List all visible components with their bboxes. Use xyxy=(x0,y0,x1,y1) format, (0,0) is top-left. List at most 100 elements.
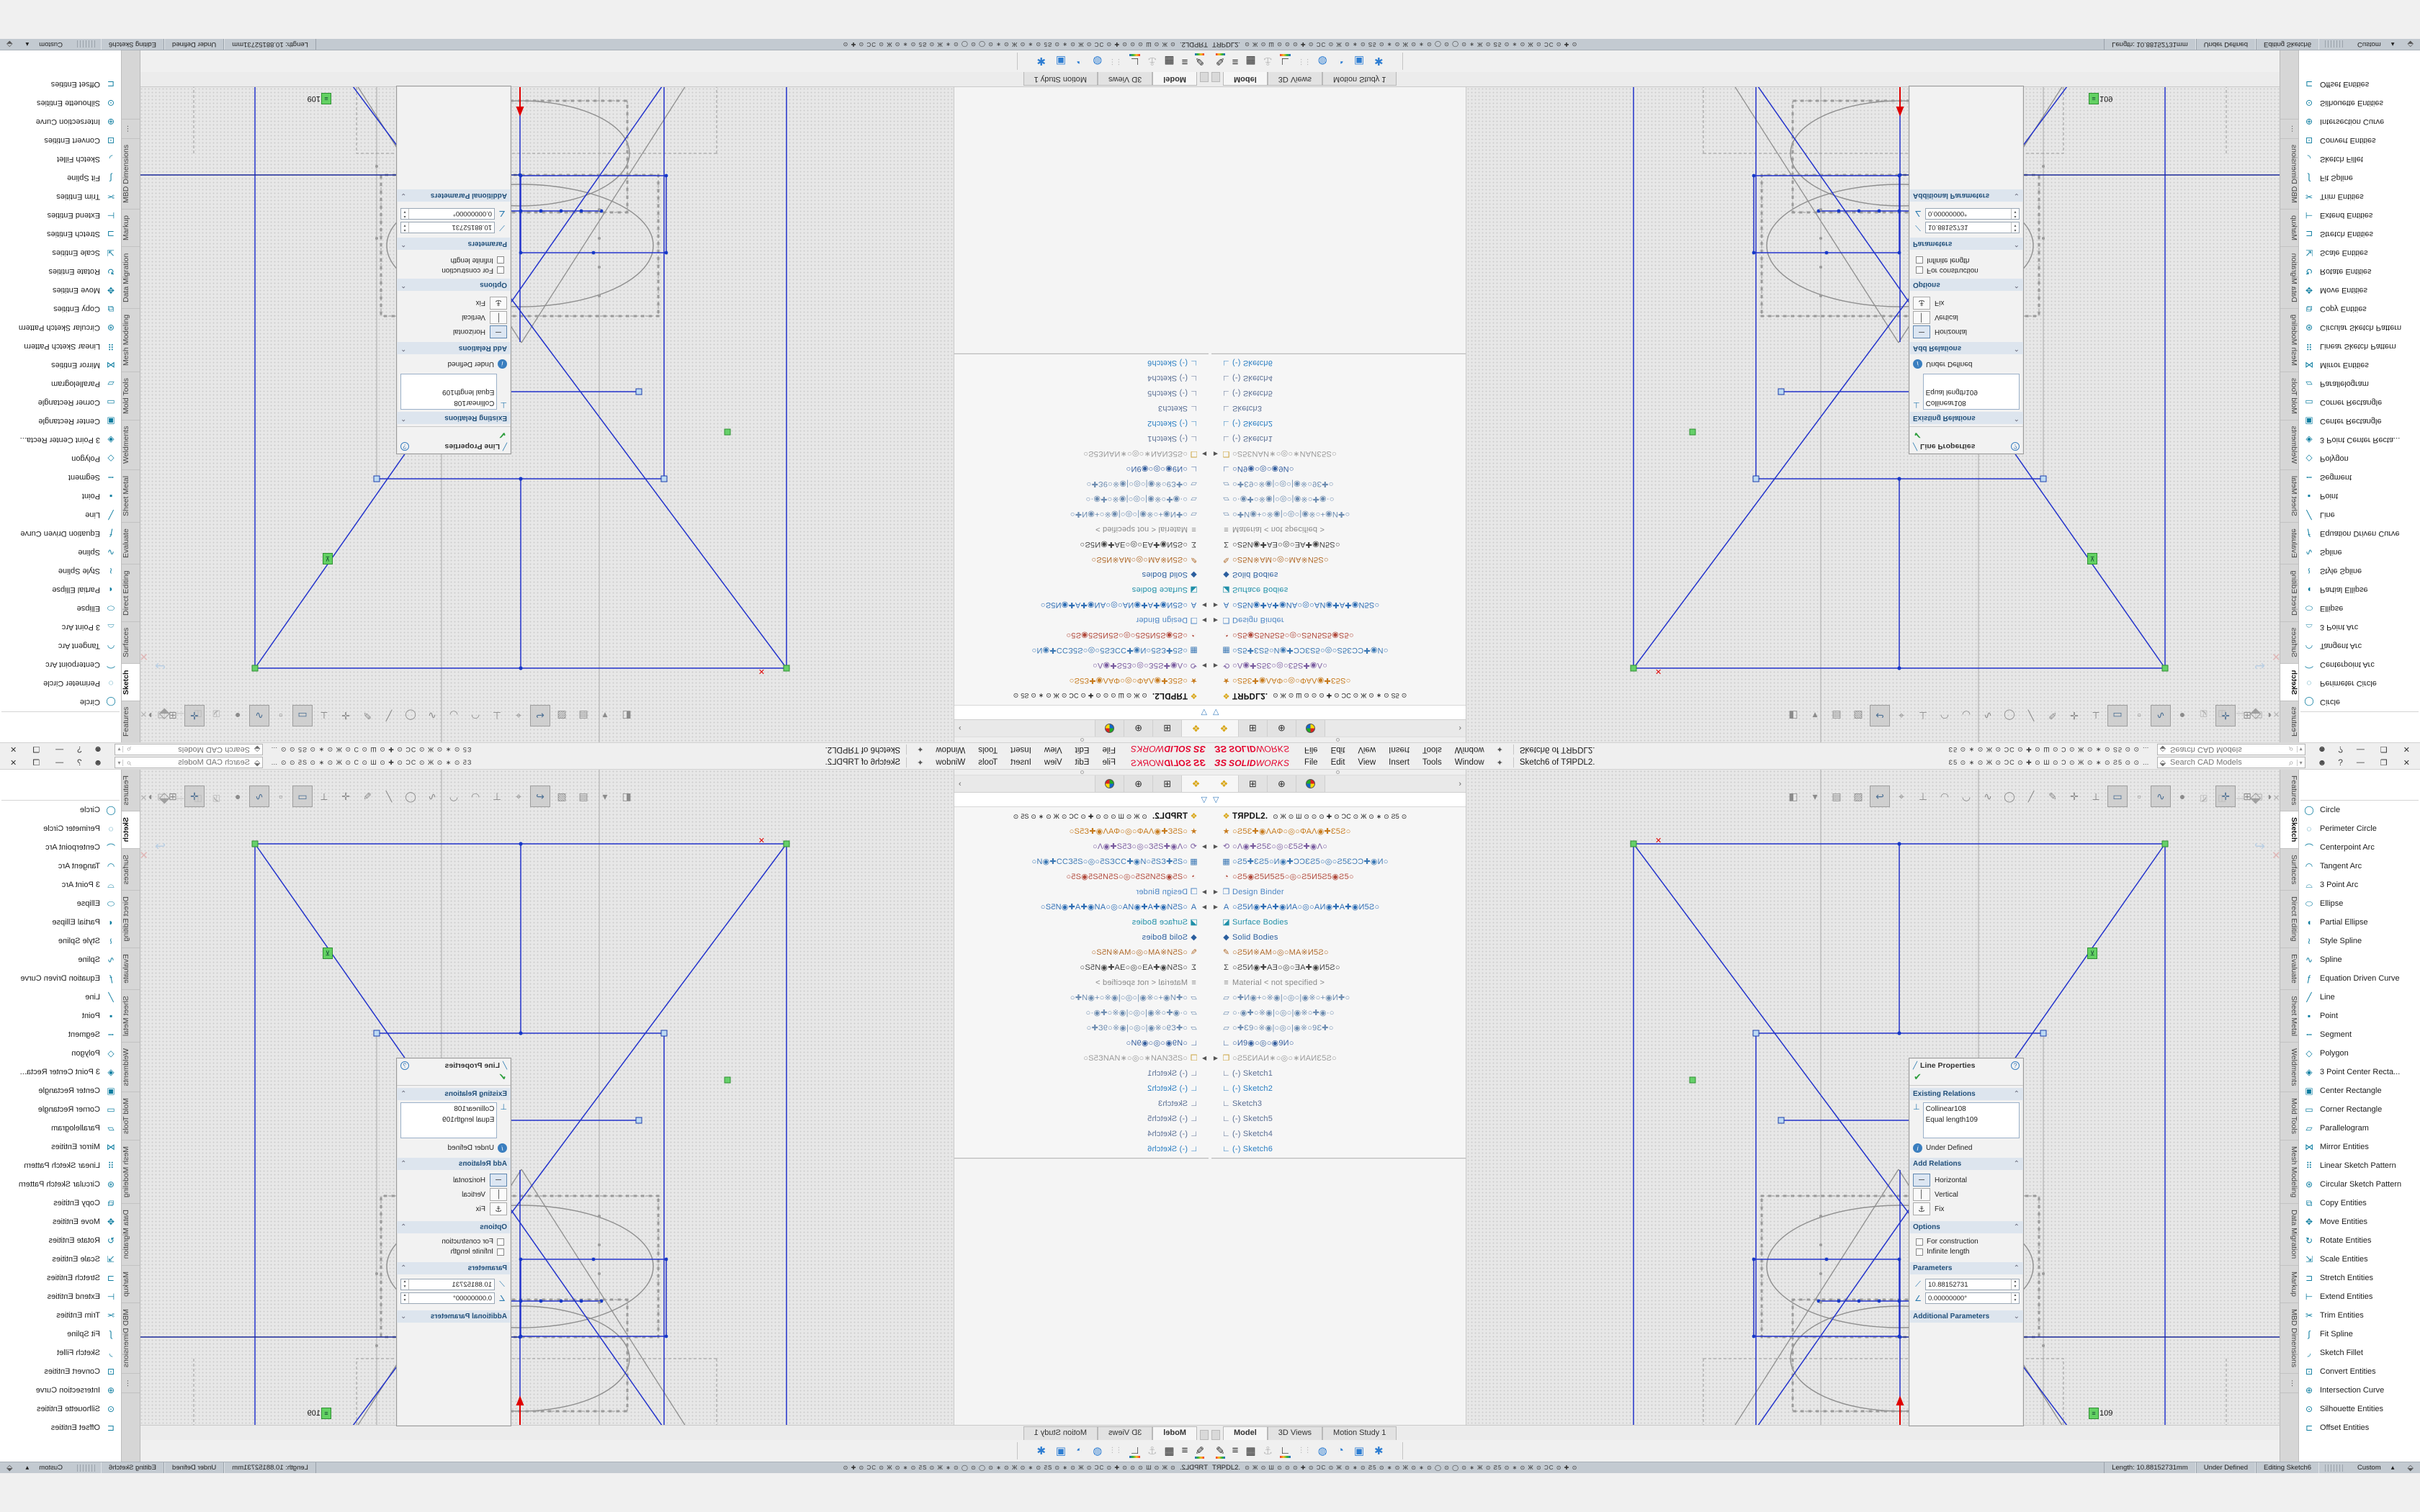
commandmanager-tab[interactable]: Features xyxy=(122,701,140,742)
commandmanager-tab[interactable]: Direct Editing xyxy=(2280,891,2298,948)
toolbar-icon[interactable]: ▫ xyxy=(271,705,291,726)
menu-item[interactable]: Edit xyxy=(1325,744,1352,755)
menu-item[interactable]: Insert xyxy=(1382,757,1416,768)
verification-icon[interactable]: ▣ xyxy=(1354,1444,1364,1457)
toolbar-icon[interactable]: ⊥ xyxy=(487,705,507,726)
graphics-area[interactable]: ◧▾▤▨↩⌖⊥◠◡∿◯╱✎✛⟂▭▫∿●◞✛⊞◑◍◌◎ ◫◫—❐✕ ⬙ ↪ ✕ xyxy=(1466,770,2280,1425)
toolbar-icon[interactable]: ╱ xyxy=(379,705,399,726)
tab-featuremanager-tree[interactable]: ❖ xyxy=(1210,720,1239,737)
tree-row[interactable]: ✎ ○Ƨ5И※ΑΜ○◎○ΜΑ※И5Ƨ○ xyxy=(954,945,1209,960)
add-relation-button[interactable]: │ Vertical xyxy=(1913,311,2020,324)
sketch-tool-item[interactable]: ∫ Fit Spline xyxy=(0,1325,121,1344)
toolbar-icon[interactable]: ✎ xyxy=(357,705,377,726)
menu-item[interactable]: Tools xyxy=(972,757,1004,768)
add-relations-header[interactable]: Add Relations⌃ xyxy=(397,1158,511,1170)
toolbar-icon[interactable]: ∿ xyxy=(2151,705,2171,726)
commandmanager-tab[interactable]: Markup xyxy=(122,1266,140,1303)
sketch-tool-item[interactable]: ↻ Rotate Entities xyxy=(2299,262,2420,281)
sketch-tool-item[interactable]: ⊢ Extend Entities xyxy=(0,206,121,225)
toolbar-icon[interactable]: ◠ xyxy=(1935,786,1955,807)
sketch-tool-item[interactable]: ▱ Parallelogram xyxy=(0,374,121,393)
option-checkbox-row[interactable]: For construction xyxy=(400,266,504,274)
verification-icon[interactable]: ◍ xyxy=(1093,1444,1102,1457)
tab-featuremanager-tree[interactable]: ❖ xyxy=(1181,775,1210,792)
tab-featuremanager-tree[interactable]: ❖ xyxy=(1210,775,1239,792)
commandmanager-tab[interactable]: Weldments xyxy=(122,420,140,469)
toolbar-icon[interactable]: ◯ xyxy=(1999,705,2020,726)
toolbar-icon[interactable]: ⟂ xyxy=(314,786,334,807)
toolbar-icon[interactable]: ◠ xyxy=(465,786,485,807)
toolbar-icon[interactable]: ▨ xyxy=(552,786,572,807)
exit-sketch-ghost-icon[interactable]: ↪ xyxy=(155,658,166,673)
user-account-icon[interactable]: ☻ xyxy=(2313,757,2332,768)
sketch-tool-item[interactable]: ƒ Equation Driven Curve xyxy=(2299,524,2420,543)
commandmanager-tab[interactable]: Surfaces xyxy=(2280,849,2298,891)
verification-icon[interactable]: ◍ xyxy=(1318,55,1327,68)
toolbar-icon[interactable]: ⌖ xyxy=(1891,786,1912,807)
search-dropdown-icon[interactable]: ▾ xyxy=(2297,760,2303,766)
sketch-tool-item[interactable]: ✂ Trim Entities xyxy=(2299,187,2420,206)
commandmanager-tab[interactable]: Mold Tools xyxy=(2280,1092,2298,1140)
tree-filter-box[interactable]: ▽ xyxy=(954,705,1210,719)
commandmanager-tab[interactable]: … xyxy=(2280,119,2298,139)
sketch-tool-item[interactable]: ┉ Segment xyxy=(0,468,121,487)
toolbar-icon[interactable]: ↩ xyxy=(530,705,550,726)
sketch-tool-item[interactable]: ⬭ Ellipse xyxy=(2299,894,2420,913)
tree-row-sketch[interactable]: ∟ (-) Sketch6 xyxy=(1211,356,1466,371)
tree-row[interactable]: ▱ ○✚Ɛ9○※◉|○◎○|◉※○9Ɛ✚○ xyxy=(954,1020,1209,1035)
document-tab[interactable]: Motion Study 1 xyxy=(1322,72,1397,86)
commandmanager-tab[interactable]: Evaluate xyxy=(122,948,140,990)
sketch-tool-item[interactable]: ⌓ 3 Point Arc xyxy=(2299,876,2420,894)
toolbar-icon[interactable]: ✎ xyxy=(2043,705,2063,726)
sketch-tool-item[interactable]: ⊛ Circular Sketch Pattern xyxy=(2299,318,2420,337)
tree-row[interactable]: ▱ ○✚Ɛ9○※◉|○◎○|◉※○9Ɛ✚○ xyxy=(1211,477,1466,492)
relation-item[interactable]: Collinear108 xyxy=(1926,397,2017,408)
quick-access-toolbar[interactable]: Ɛ5 ⊙ ∗ ⊙ Ж ⊙ ƆC ⊙ ✚ ⊙ Ш ⊙ Ɔ ⊙ Ж ⊙ ∗ ⊙ Ƨ5… xyxy=(1949,746,2150,754)
tree-row-sketch[interactable]: ∟ (-) Sketch1 xyxy=(954,431,1209,446)
sketch-tool-item[interactable]: ◯ Circle xyxy=(2299,693,2420,711)
document-tab[interactable]: 3D Views xyxy=(1268,72,1322,86)
menu-item[interactable]: Insert xyxy=(1004,744,1038,755)
toolbar-icon[interactable]: ◧ xyxy=(617,705,637,726)
tree-row[interactable]: ∟ ○И9◉○◎○◉9И○ xyxy=(1211,1035,1466,1050)
toolbar-icon[interactable]: ✎ xyxy=(2043,786,2063,807)
verification-icon[interactable]: ✱ xyxy=(1036,55,1046,68)
sketch-tool-item[interactable]: ▪ Point xyxy=(2299,487,2420,505)
minimize-button[interactable]: — xyxy=(48,745,71,754)
verification-icon[interactable]: ◔ xyxy=(1076,55,1083,68)
search-dropdown-icon[interactable]: ▾ xyxy=(117,760,123,766)
tree-row-sketch[interactable]: ∟ (-) Sketch4 xyxy=(1211,1126,1466,1141)
toolbar-icon[interactable]: ∿ xyxy=(1978,786,1998,807)
commandmanager-tab[interactable]: Data Migration xyxy=(2280,1204,2298,1265)
tree-row[interactable]: ▶ ❒ ○Ƨ5ƐИΑИ∗○◎○∗ИΑИƐ5Ƨ○ xyxy=(1211,446,1466,462)
commandmanager-tab[interactable]: Data Migration xyxy=(122,247,140,308)
toolbar-icon[interactable]: ▾ xyxy=(595,786,615,807)
tree-row-sketch[interactable]: ∟ (-) Sketch2 xyxy=(1211,1081,1466,1096)
tree-row[interactable]: ◆ Solid Bodies xyxy=(954,930,1209,945)
sketch-tool-item[interactable]: ⠿ Linear Sketch Pattern xyxy=(2299,1156,2420,1175)
tree-row-sketch[interactable]: ∟ Sketch3 xyxy=(1211,401,1466,416)
toolbar-icon[interactable]: ∿ xyxy=(1978,705,1998,726)
tree-row[interactable]: ▱ ○✚И◉+○※◉|○◎○|◉※○+◉И✚○ xyxy=(954,990,1209,1005)
expand-arrow-icon[interactable]: ▶ xyxy=(1200,843,1209,850)
spinner-arrows[interactable]: ▲▼ xyxy=(2011,1279,2019,1290)
toolbar-icon[interactable]: ╱ xyxy=(2021,705,2041,726)
toolbar-icon[interactable]: ▾ xyxy=(1805,705,1825,726)
add-relation-button[interactable]: ─ Horizontal xyxy=(1913,325,2020,338)
cancel-sketch-ghost-icon[interactable]: ✕ xyxy=(140,849,148,862)
toolbar-icon[interactable]: ◯ xyxy=(400,705,421,726)
expand-arrow-icon[interactable]: ▶ xyxy=(1200,904,1209,910)
ghost-window-button[interactable]: — xyxy=(2236,709,2245,719)
grid-table-icon[interactable]: ▦ xyxy=(1164,55,1174,68)
tree-row[interactable]: ∟ ○И9◉○◎○◉9И○ xyxy=(1211,462,1466,477)
commandmanager-tab[interactable]: Weldments xyxy=(122,1043,140,1092)
help-icon[interactable]: ? xyxy=(2011,1061,2020,1070)
tree-root-part[interactable]: ❖ TЯPDL2. ⊙ Ж ⊙ Ш ⊙ ⊙ ⊙ ✚ ⊙ ƆC ⊙ Ж ⊙ ∗ ⊙… xyxy=(1211,809,1466,824)
sketch-tool-item[interactable]: ⊐ Stretch Entities xyxy=(0,225,121,243)
toolbar-icon[interactable]: ⟂ xyxy=(314,705,334,726)
sketch-tool-item[interactable]: ◠ Tangent Arc xyxy=(2299,857,2420,876)
sketch-tool-item[interactable]: ◈ 3 Point Center Recta... xyxy=(2299,1063,2420,1081)
add-relation-button[interactable]: ─ Horizontal xyxy=(400,325,507,338)
relation-item[interactable]: Collinear108 xyxy=(403,1104,494,1115)
tree-row[interactable]: ▱ ○✚И◉+○※◉|○◎○|◉※○+◉И✚○ xyxy=(1211,507,1466,522)
